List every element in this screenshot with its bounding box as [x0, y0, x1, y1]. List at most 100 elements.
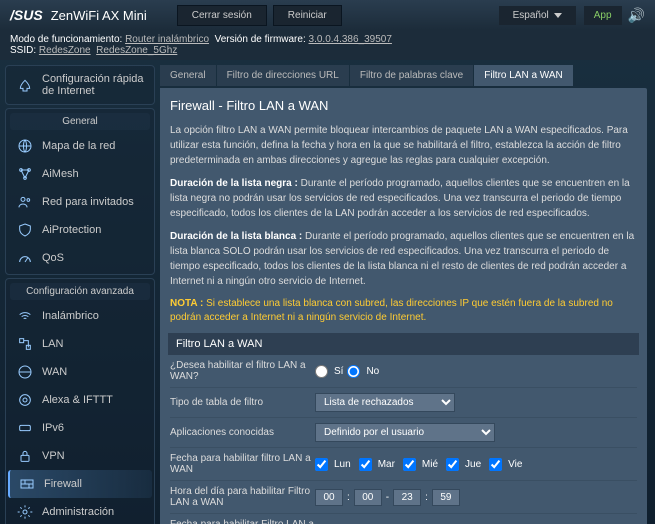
tabletype-select[interactable]: Lista de rechazados — [315, 393, 455, 412]
sidebar-item-label: IPv6 — [42, 422, 64, 434]
row-days1-label: Fecha para habilitar filtro LAN a WAN — [170, 453, 315, 475]
sidebar-item-label: AiProtection — [42, 224, 101, 236]
page-title: Firewall - Filtro LAN a WAN — [170, 98, 637, 113]
ssid2-link[interactable]: RedesZone_5Ghz — [96, 45, 177, 56]
apps-select[interactable]: Definido por el usuario — [315, 423, 495, 442]
sidebar-group-advanced: Configuración avanzada — [10, 283, 150, 300]
sidebar-item-label: WAN — [42, 366, 67, 378]
yes-label: Sí — [334, 366, 343, 377]
desc-p3: Duración de la lista blanca : Durante el… — [170, 229, 637, 289]
desc-p1: La opción filtro LAN a WAN permite bloqu… — [170, 123, 637, 168]
rocket-icon — [16, 76, 34, 94]
sidebar-item-label: VPN — [42, 450, 65, 462]
day-checkbox-Lun[interactable] — [315, 458, 328, 471]
tab-url-filter[interactable]: Filtro de direcciones URL — [217, 65, 349, 86]
gauge-icon — [16, 249, 34, 267]
day-label: Mar — [378, 459, 395, 470]
tab-lan-wan-filter[interactable]: Filtro LAN a WAN — [474, 65, 573, 86]
enable-yes-radio[interactable] — [315, 365, 328, 378]
volume-icon[interactable]: 🔊 — [628, 7, 645, 24]
firmware-link[interactable]: 3.0.0.4.386_39507 — [309, 34, 392, 45]
sidebar-item-lan[interactable]: LAN — [8, 330, 152, 358]
sidebar-item-label: LAN — [42, 338, 63, 350]
sidebar-item-label: Mapa de la red — [42, 140, 115, 152]
mesh-icon — [16, 165, 34, 183]
info-bar: Modo de funcionamiento: Router inalámbri… — [0, 30, 655, 60]
day-label: Vie — [508, 459, 522, 470]
day-checkbox-Mar[interactable] — [359, 458, 372, 471]
sidebar-item-label: QoS — [42, 252, 64, 264]
day-checkbox-Mié[interactable] — [403, 458, 416, 471]
row-apps-label: Aplicaciones conocidas — [170, 427, 315, 438]
sidebar-item-label: AiMesh — [42, 168, 79, 180]
row-tabletype-label: Tipo de tabla de filtro — [170, 397, 315, 408]
row-time1-label: Hora del día para habilitar Filtro LAN a… — [170, 486, 315, 508]
ipv6-icon — [16, 419, 34, 437]
language-select[interactable]: Español — [499, 6, 576, 25]
note-text: Si establece una lista blanca con subred… — [170, 298, 613, 323]
chevron-down-icon — [554, 13, 562, 18]
sidebar-item-alexa[interactable]: Alexa & IFTTT — [8, 386, 152, 414]
sidebar-item-label: Configuración rápida de Internet — [42, 73, 144, 97]
time-input[interactable] — [393, 489, 421, 506]
sidebar-item-label: Firewall — [44, 478, 82, 490]
day-label: Jue — [465, 459, 481, 470]
shield-icon — [16, 221, 34, 239]
mode-link[interactable]: Router inalámbrico — [125, 34, 209, 45]
reboot-button[interactable]: Reiniciar — [273, 5, 342, 26]
whitelist-label: Duración de la lista blanca : — [170, 231, 302, 242]
fw-label: Versión de firmware: — [215, 34, 306, 45]
sidebar-item-qos[interactable]: QoS — [8, 244, 152, 272]
blacklist-label: Duración de la lista negra : — [170, 178, 298, 189]
wifi-icon — [16, 307, 34, 325]
sidebar-item-firewall[interactable]: Firewall — [8, 470, 152, 498]
desc-p2: Duración de la lista negra : Durante el … — [170, 176, 637, 221]
ssid1-link[interactable]: RedesZone — [39, 45, 91, 56]
app-button[interactable]: App — [584, 6, 622, 25]
wan-icon — [16, 363, 34, 381]
sidebar-item-guest[interactable]: Red para invitados — [8, 188, 152, 216]
row-enable-label: ¿Desea habilitar el filtro LAN a WAN? — [170, 360, 315, 382]
sidebar-item-ipv6[interactable]: IPv6 — [8, 414, 152, 442]
section-filter: Filtro LAN a WAN — [168, 333, 639, 355]
model-name: ZenWiFi AX Mini — [51, 8, 147, 23]
lock-icon — [16, 447, 34, 465]
sidebar-item-label: Inalámbrico — [42, 310, 99, 322]
day-checkbox-Jue[interactable] — [446, 458, 459, 471]
sidebar-item-label: Red para invitados — [42, 196, 134, 208]
day-label: Mié — [422, 459, 438, 470]
day-label: Lun — [334, 459, 351, 470]
note: NOTA : Si establece una lista blanca con… — [170, 297, 637, 325]
time-input[interactable] — [432, 489, 460, 506]
brand-logo: /SUS — [10, 7, 43, 23]
no-label: No — [366, 366, 379, 377]
sidebar-item-aiprotection[interactable]: AiProtection — [8, 216, 152, 244]
sidebar-item-admin[interactable]: Administración — [8, 498, 152, 524]
enable-no-radio[interactable] — [347, 365, 360, 378]
sidebar-group-general: General — [10, 113, 150, 130]
tab-keyword-filter[interactable]: Filtro de palabras clave — [350, 65, 473, 86]
tab-general[interactable]: General — [160, 65, 216, 86]
sidebar-quick-setup[interactable]: Configuración rápida de Internet — [8, 68, 152, 102]
globe-icon — [16, 137, 34, 155]
row-days2-label: Fecha para habilitar Filtro LAN a WAN — [170, 519, 315, 524]
language-label: Español — [513, 10, 549, 21]
sidebar-item-label: Alexa & IFTTT — [42, 394, 113, 406]
ssid-label: SSID: — [10, 45, 36, 56]
time-input[interactable] — [354, 489, 382, 506]
sidebar-item-wireless[interactable]: Inalámbrico — [8, 302, 152, 330]
note-label: NOTA : — [170, 298, 203, 309]
day-checkbox-Vie[interactable] — [489, 458, 502, 471]
voice-icon — [16, 391, 34, 409]
lan-icon — [16, 335, 34, 353]
gear-icon — [16, 503, 34, 521]
sidebar-item-netmap[interactable]: Mapa de la red — [8, 132, 152, 160]
firewall-icon — [18, 475, 36, 493]
sidebar-item-label: Administración — [42, 506, 114, 518]
sidebar-item-wan[interactable]: WAN — [8, 358, 152, 386]
sidebar-item-aimesh[interactable]: AiMesh — [8, 160, 152, 188]
sidebar-item-vpn[interactable]: VPN — [8, 442, 152, 470]
logout-button[interactable]: Cerrar sesión — [177, 5, 267, 26]
time-input[interactable] — [315, 489, 343, 506]
mode-label: Modo de funcionamiento: — [10, 34, 122, 45]
